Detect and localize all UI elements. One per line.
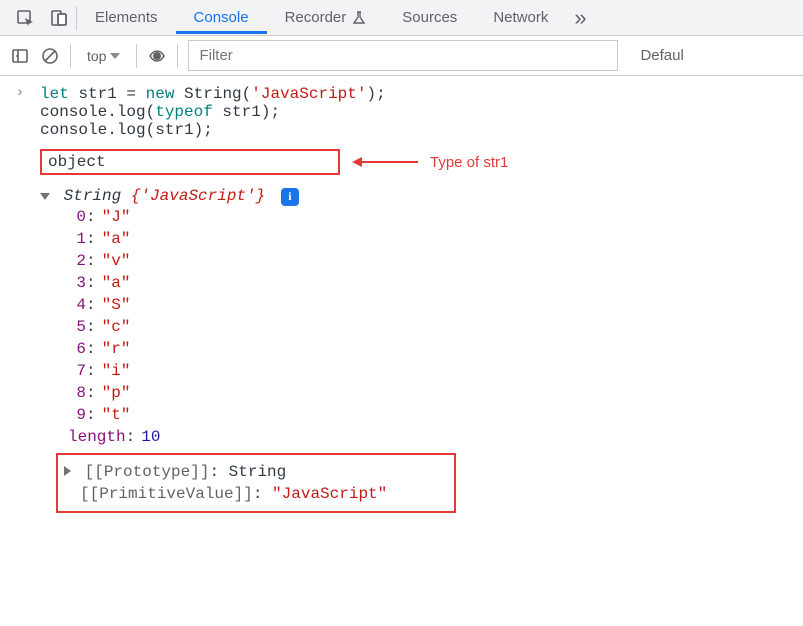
output-row-typeof: object Type of str1 xyxy=(0,142,803,184)
console-toolbar: top Defaul xyxy=(0,36,803,76)
prototype-value: String xyxy=(229,463,287,481)
properties-list: 0:"J"1:"a"2:"v"3:"a"4:"S"5:"c"6:"r"7:"i"… xyxy=(68,206,803,426)
tab-network[interactable]: Network xyxy=(475,1,566,34)
input-prompt-row: › let str1 = new String('JavaScript'); c… xyxy=(0,82,803,142)
length-row: length:10 xyxy=(68,426,803,448)
arrow-left-icon xyxy=(352,156,418,168)
prop-index: 9 xyxy=(68,406,86,424)
sidebar-toggle-icon[interactable] xyxy=(10,46,30,66)
prop-value: "p" xyxy=(102,384,131,402)
prompt-icon: › xyxy=(0,85,40,139)
annotation-label: Type of str1 xyxy=(430,154,508,171)
devtools-tabs: Elements Console Recorder Sources Networ… xyxy=(0,0,803,36)
char-property-row: 3:"a" xyxy=(68,272,803,294)
prop-value: "v" xyxy=(102,252,131,270)
prop-value: "S" xyxy=(102,296,131,314)
primitive-value: "JavaScript" xyxy=(272,485,387,503)
prop-value: "J" xyxy=(102,208,131,226)
expand-toggle-icon[interactable] xyxy=(40,193,50,200)
prototype-key: [[Prototype]] xyxy=(85,463,210,481)
prop-index: 0 xyxy=(68,208,86,226)
divider xyxy=(136,44,137,68)
keyword-let: let xyxy=(40,85,69,103)
char-property-row: 2:"v" xyxy=(68,250,803,272)
prop-index: 8 xyxy=(68,384,86,402)
prop-index: 3 xyxy=(68,274,86,292)
keyword-typeof: typeof xyxy=(155,103,213,121)
tab-console[interactable]: Console xyxy=(176,1,267,34)
prop-index: 1 xyxy=(68,230,86,248)
divider xyxy=(177,44,178,68)
prop-index: 6 xyxy=(68,340,86,358)
char-property-row: 8:"p" xyxy=(68,382,803,404)
info-icon[interactable]: i xyxy=(281,188,299,206)
output-typeof-value: object xyxy=(48,153,106,171)
prop-value: "a" xyxy=(102,274,131,292)
prop-value: "i" xyxy=(102,362,131,380)
filter-input[interactable] xyxy=(188,40,618,71)
char-property-row: 4:"S" xyxy=(68,294,803,316)
annotation-box-typeof: object xyxy=(40,149,340,175)
context-selector[interactable]: top xyxy=(81,48,126,64)
live-expression-icon[interactable] xyxy=(147,46,167,66)
console-output: › let str1 = new String('JavaScript'); c… xyxy=(0,76,803,513)
char-property-row: 6:"r" xyxy=(68,338,803,360)
prop-index: 5 xyxy=(68,318,86,336)
primitive-key: [[PrimitiveValue]] xyxy=(80,485,253,503)
prop-index: 2 xyxy=(68,252,86,270)
more-tabs-icon[interactable]: » xyxy=(566,5,594,31)
char-property-row: 0:"J" xyxy=(68,206,803,228)
expand-toggle-icon[interactable] xyxy=(64,466,71,476)
flask-icon xyxy=(352,11,366,25)
divider xyxy=(70,44,71,68)
object-type: String xyxy=(64,187,131,205)
char-property-row: 9:"t" xyxy=(68,404,803,426)
char-property-row: 7:"i" xyxy=(68,360,803,382)
tab-recorder-label: Recorder xyxy=(285,9,347,26)
inspect-icon[interactable] xyxy=(14,7,36,29)
char-property-row: 5:"c" xyxy=(68,316,803,338)
prop-value: "c" xyxy=(102,318,131,336)
output-row-object: String {'JavaScript'} i 0:"J"1:"a"2:"v"3… xyxy=(0,184,803,451)
device-icon[interactable] xyxy=(48,7,70,29)
tab-sources[interactable]: Sources xyxy=(384,1,475,34)
char-property-row: 1:"a" xyxy=(68,228,803,250)
tab-recorder[interactable]: Recorder xyxy=(267,1,385,34)
chevron-down-icon xyxy=(110,53,120,59)
prop-value: "t" xyxy=(102,406,131,424)
keyword-new: new xyxy=(146,85,175,103)
log-level-selector[interactable]: Defaul xyxy=(628,47,683,64)
prop-index: 7 xyxy=(68,362,86,380)
annotation-box-internals: [[Prototype]]: String [[PrimitiveValue]]… xyxy=(56,453,456,513)
code-input[interactable]: let str1 = new String('JavaScript'); con… xyxy=(40,85,803,139)
object-preview: {'JavaScript'} xyxy=(131,187,265,205)
clear-console-icon[interactable] xyxy=(40,46,60,66)
prop-index: 4 xyxy=(68,296,86,314)
prop-key-length: length xyxy=(68,428,126,446)
context-label: top xyxy=(87,48,106,64)
prop-value: "a" xyxy=(102,230,131,248)
tab-elements[interactable]: Elements xyxy=(77,1,176,34)
prop-val-length: 10 xyxy=(141,428,160,446)
prop-value: "r" xyxy=(102,340,131,358)
